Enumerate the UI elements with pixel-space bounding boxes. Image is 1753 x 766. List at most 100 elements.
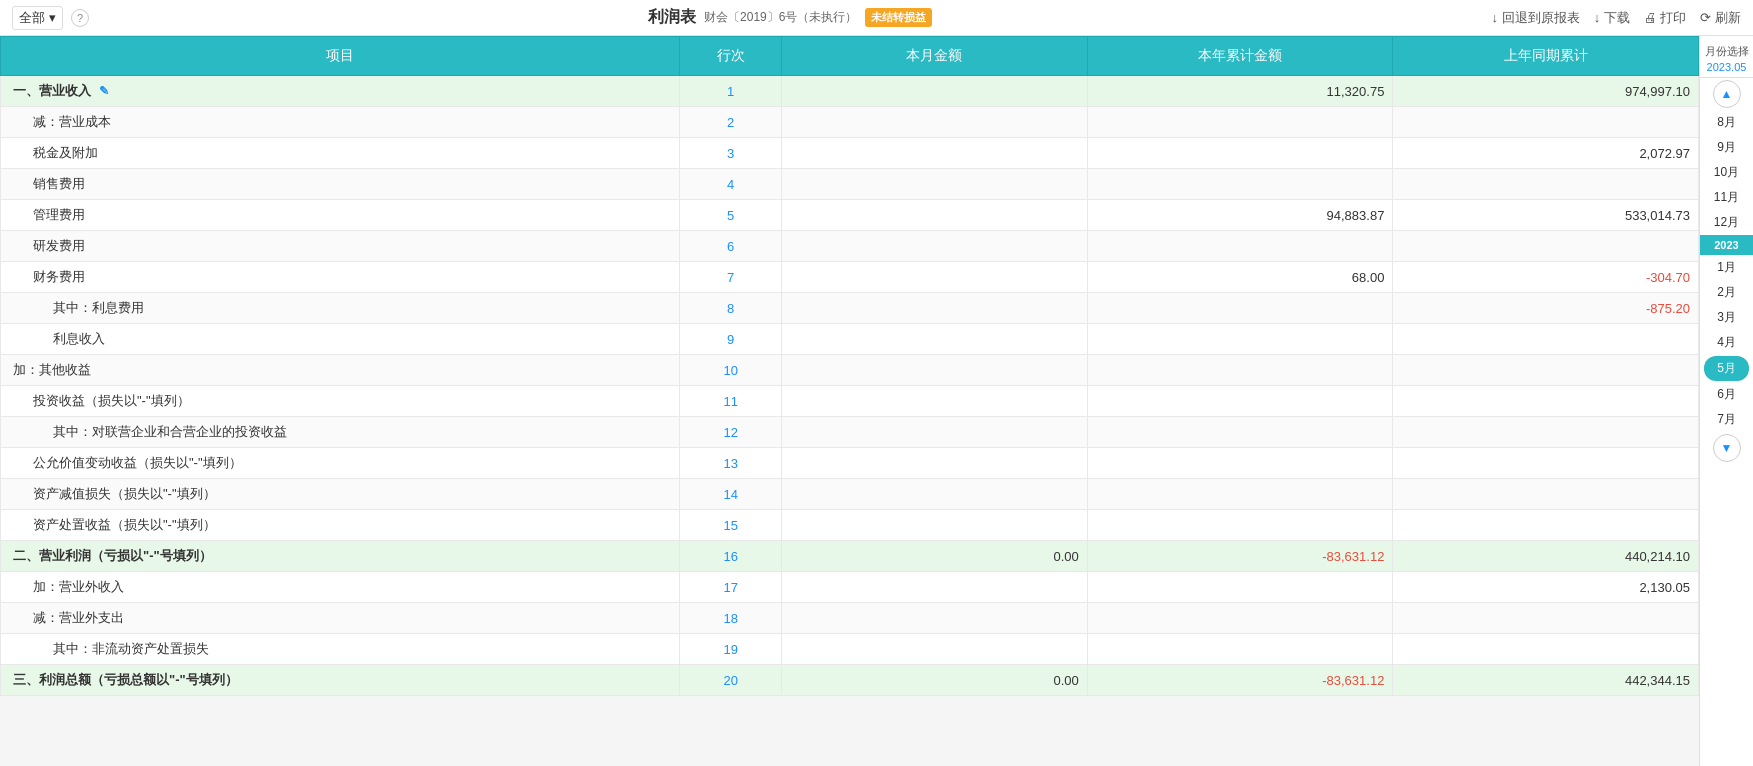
month-item[interactable]: 1月 (1700, 255, 1753, 280)
cell-item: 减：营业成本 (1, 107, 680, 138)
cell-row-num: 3 (680, 138, 782, 169)
col-header-prev: 上年同期累计 (1393, 37, 1699, 76)
month-up-button[interactable]: ▲ (1713, 80, 1741, 108)
scope-dropdown[interactable]: 全部 ▾ (12, 6, 63, 30)
cell-item: 税金及附加 (1, 138, 680, 169)
cell-prev (1393, 603, 1699, 634)
cell-prev: 440,214.10 (1393, 541, 1699, 572)
month-item[interactable]: 2月 (1700, 280, 1753, 305)
dropdown-arrow-icon: ▾ (49, 10, 56, 25)
cell-prev: -304.70 (1393, 262, 1699, 293)
sidebar-year: 2023.05 (1702, 61, 1751, 73)
cell-row-num: 7 (680, 262, 782, 293)
cell-item: 管理费用 (1, 200, 680, 231)
table-row: 税金及附加3 2,072.97 (1, 138, 1699, 169)
month-item[interactable]: 11月 (1700, 185, 1753, 210)
download-button[interactable]: ↓ 下载 (1594, 9, 1630, 27)
table-row: 加：营业外收入17 2,130.05 (1, 572, 1699, 603)
month-item[interactable]: 2023 (1700, 235, 1753, 255)
report-title: 利润表 (648, 7, 696, 28)
table-row: 资产减值损失（损失以"-"填列）14 (1, 479, 1699, 510)
col-header-item: 项目 (1, 37, 680, 76)
cell-row-num: 12 (680, 417, 782, 448)
cell-month (782, 448, 1088, 479)
table-row: 其中：非流动资产处置损失19 (1, 634, 1699, 665)
cell-prev: 2,072.97 (1393, 138, 1699, 169)
month-item[interactable]: 7月 (1700, 407, 1753, 432)
cell-prev (1393, 355, 1699, 386)
cell-item: 资产减值损失（损失以"-"填列） (1, 479, 680, 510)
cell-prev (1393, 386, 1699, 417)
cell-prev (1393, 448, 1699, 479)
cell-prev: 2,130.05 (1393, 572, 1699, 603)
month-down-button[interactable]: ▼ (1713, 434, 1741, 462)
cell-item: 加：营业外收入 (1, 572, 680, 603)
table-row: 销售费用4 (1, 169, 1699, 200)
cell-year (1087, 386, 1393, 417)
cell-item: 销售费用 (1, 169, 680, 200)
cell-year (1087, 355, 1393, 386)
col-header-year: 本年累计金额 (1087, 37, 1393, 76)
table-area: 项目 行次 本月金额 本年累计金额 上年同期累计 一、营业收入✎111,320.… (0, 36, 1699, 766)
cell-prev: 533,014.73 (1393, 200, 1699, 231)
cell-month (782, 510, 1088, 541)
cell-year: 11,320.75 (1087, 76, 1393, 107)
table-row: 投资收益（损失以"-"填列）11 (1, 386, 1699, 417)
edit-icon[interactable]: ✎ (99, 84, 109, 98)
cell-prev: 442,344.15 (1393, 665, 1699, 696)
table-row: 管理费用5 94,883.87533,014.73 (1, 200, 1699, 231)
cell-row-num: 16 (680, 541, 782, 572)
cell-prev (1393, 417, 1699, 448)
cell-month (782, 107, 1088, 138)
cell-prev (1393, 634, 1699, 665)
month-list: 8月9月10月11月12月20231月2月3月4月5月6月7月 (1700, 110, 1753, 432)
cell-year (1087, 231, 1393, 262)
cell-prev: 974,997.10 (1393, 76, 1699, 107)
cell-year (1087, 324, 1393, 355)
month-item[interactable]: 8月 (1700, 110, 1753, 135)
month-item[interactable]: 10月 (1700, 160, 1753, 185)
top-bar-left: 全部 ▾ ? (12, 6, 89, 30)
cell-item: 其中：对联营企业和合营企业的投资收益 (1, 417, 680, 448)
cell-month: 0.00 (782, 665, 1088, 696)
cell-row-num: 5 (680, 200, 782, 231)
cell-month (782, 355, 1088, 386)
cell-prev (1393, 231, 1699, 262)
cell-year (1087, 603, 1393, 634)
help-icon[interactable]: ? (71, 9, 89, 27)
cell-year: 94,883.87 (1087, 200, 1393, 231)
cell-month (782, 417, 1088, 448)
cell-row-num: 11 (680, 386, 782, 417)
cell-row-num: 10 (680, 355, 782, 386)
cell-row-num: 1 (680, 76, 782, 107)
table-row: 利息收入9 (1, 324, 1699, 355)
cell-year (1087, 293, 1393, 324)
cell-item: 其中：利息费用 (1, 293, 680, 324)
cell-row-num: 17 (680, 572, 782, 603)
back-button[interactable]: ↓ 回退到原报表 (1492, 9, 1580, 27)
cell-item: 其中：非流动资产处置损失 (1, 634, 680, 665)
cell-row-num: 15 (680, 510, 782, 541)
refresh-button[interactable]: ⟳ 刷新 (1700, 9, 1741, 27)
month-item[interactable]: 5月 (1704, 356, 1749, 381)
col-header-row: 行次 (680, 37, 782, 76)
month-item[interactable]: 3月 (1700, 305, 1753, 330)
cell-year (1087, 479, 1393, 510)
month-item[interactable]: 4月 (1700, 330, 1753, 355)
cell-month (782, 634, 1088, 665)
month-item[interactable]: 6月 (1700, 382, 1753, 407)
table-row: 二、营业利润（亏损以"-"号填列）160.00-83,631.12440,214… (1, 541, 1699, 572)
month-item[interactable]: 9月 (1700, 135, 1753, 160)
cell-item: 二、营业利润（亏损以"-"号填列） (1, 541, 680, 572)
cell-item: 加：其他收益 (1, 355, 680, 386)
table-body: 一、营业收入✎111,320.75974,997.10减：营业成本2税金及附加3… (1, 76, 1699, 696)
cell-month (782, 386, 1088, 417)
cell-year: -83,631.12 (1087, 541, 1393, 572)
print-button[interactable]: 🖨 打印 (1644, 9, 1687, 27)
month-item[interactable]: 12月 (1700, 210, 1753, 235)
cell-row-num: 4 (680, 169, 782, 200)
cell-item: 利息收入 (1, 324, 680, 355)
table-row: 三、利润总额（亏损总额以"-"号填列）200.00-83,631.12442,3… (1, 665, 1699, 696)
table-row: 其中：对联营企业和合营企业的投资收益12 (1, 417, 1699, 448)
cell-row-num: 6 (680, 231, 782, 262)
